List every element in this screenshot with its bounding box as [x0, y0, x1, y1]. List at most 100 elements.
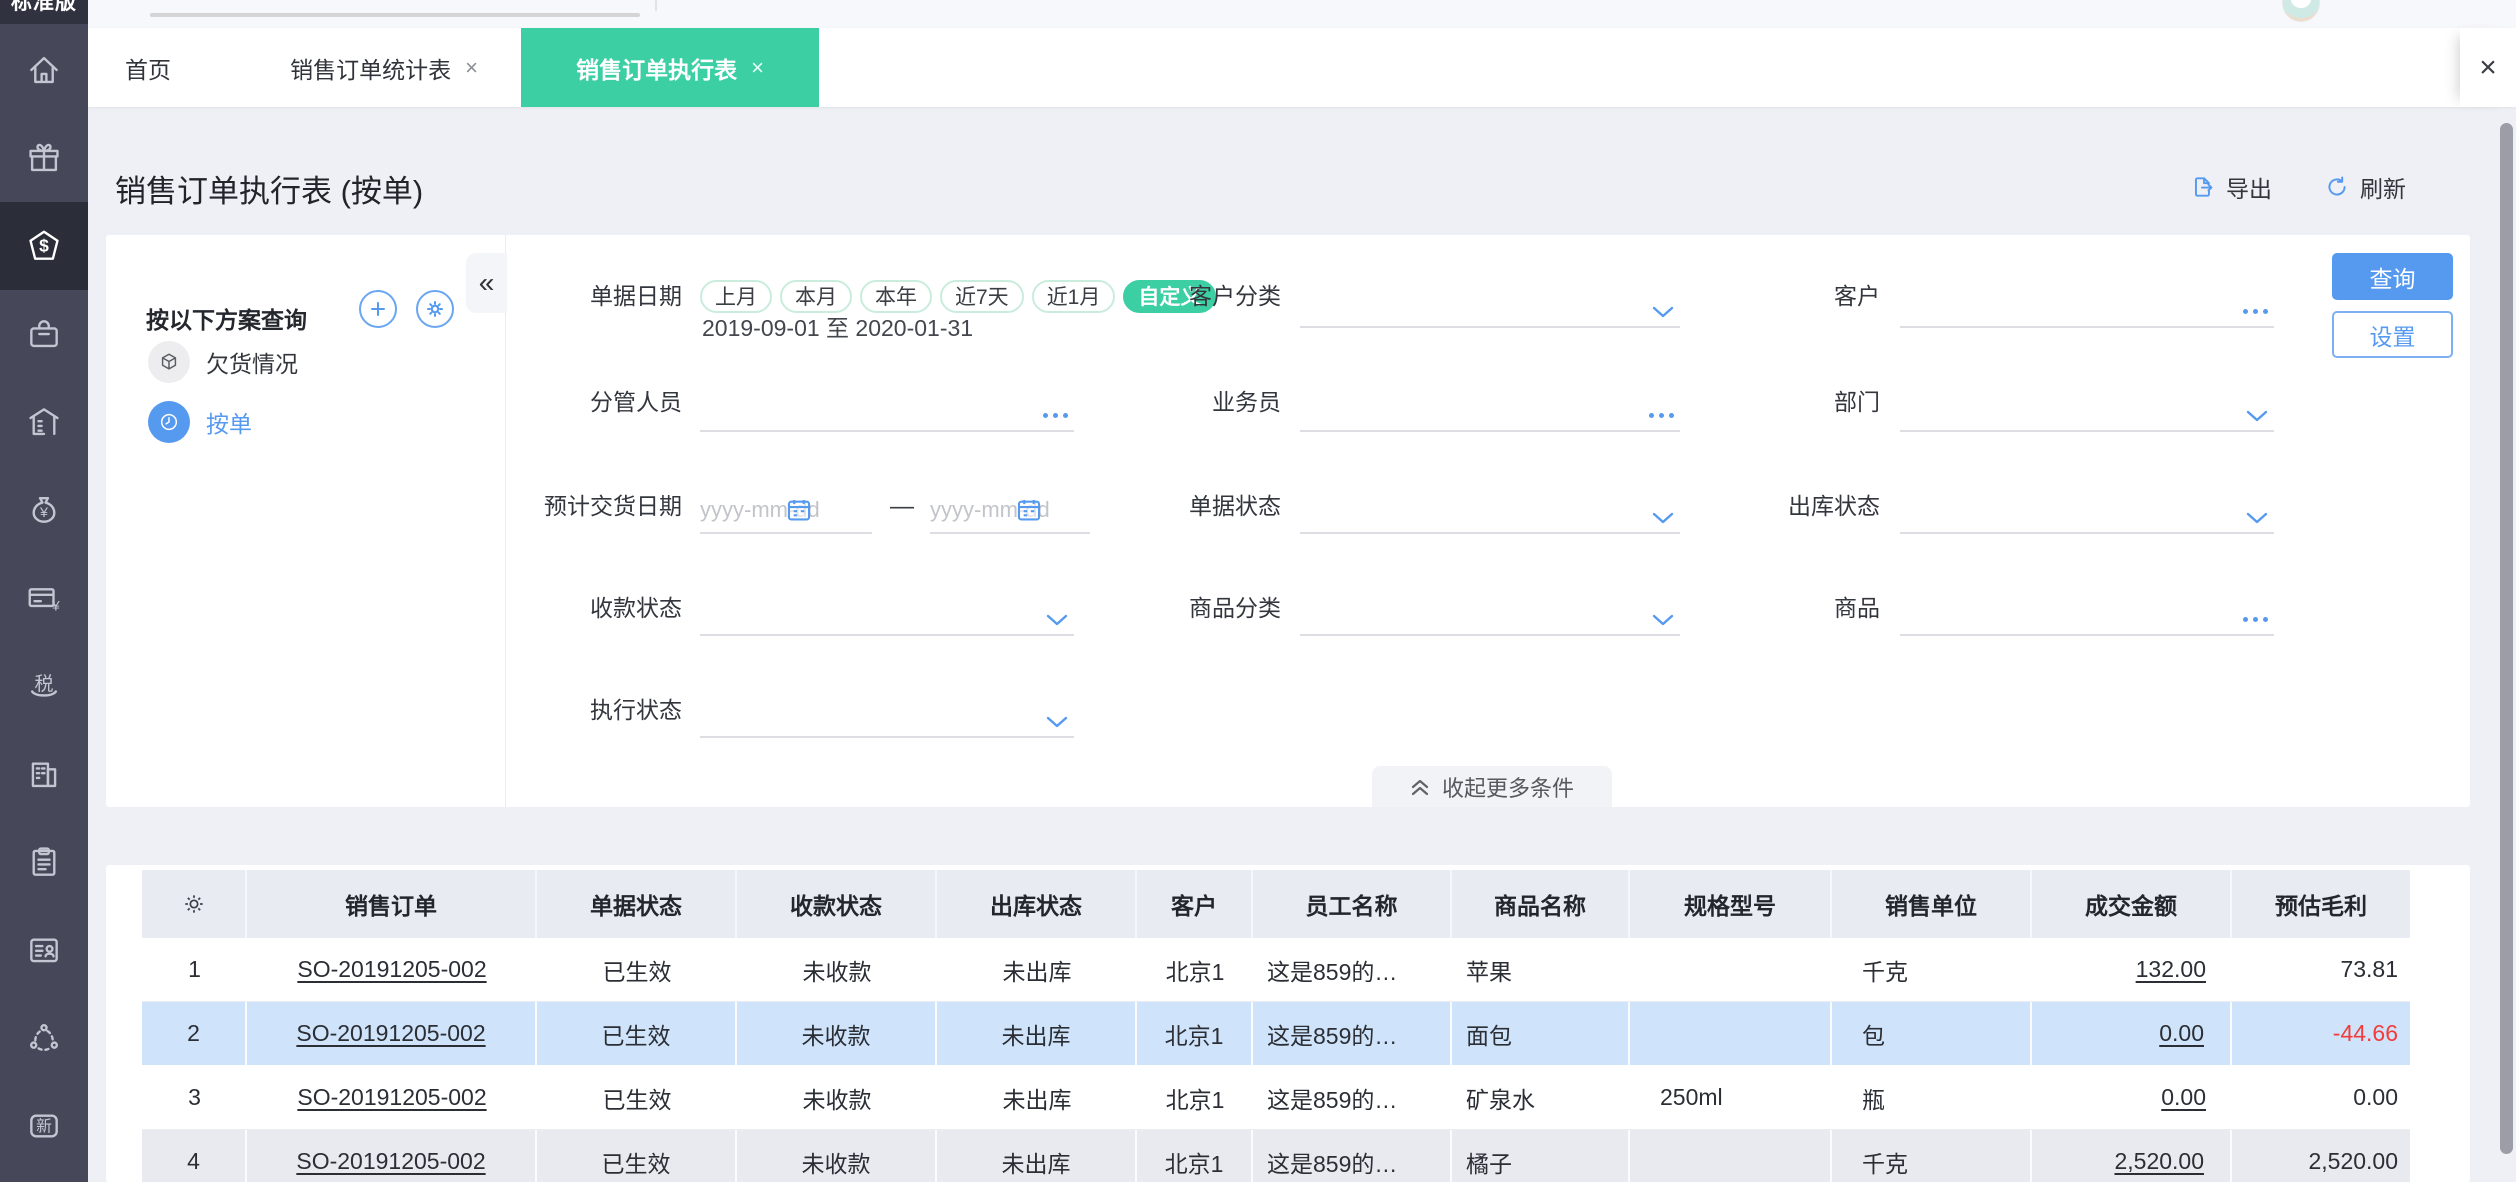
sidebar-item-tax[interactable]: 税 — [0, 642, 88, 730]
order-cell: SO-20191205-002 — [247, 938, 537, 1001]
export-button[interactable]: 导出 — [2190, 170, 2272, 204]
order-status-cell: 已生效 — [602, 1086, 672, 1113]
payment-status-cell: 未收款 — [737, 1130, 937, 1182]
column-header-order[interactable]: 销售订单 — [247, 870, 537, 938]
table-row[interactable]: 2 SO-20191205-002 已生效 未收款 未出库 北京1 这是859的… — [142, 1002, 2410, 1066]
collapse-left-icon: « — [478, 267, 495, 298]
money-bag-icon: ¥ — [32, 496, 56, 523]
payment-card-icon: ¥ — [28, 588, 60, 615]
contacts-card-icon — [30, 938, 58, 963]
column-header-outbound-status[interactable]: 出库状态 — [937, 870, 1137, 938]
sidebar-item-sales[interactable]: $ — [0, 202, 88, 290]
filter-label-salesman: 业务员 — [1212, 389, 1281, 415]
table-row[interactable]: 1 SO-20191205-002 已生效 未收款 未出库 北京1 这是859的… — [142, 938, 2410, 1002]
order-cell: SO-20191205-002 — [247, 1130, 537, 1182]
table-body: 1 SO-20191205-002 已生效 未收款 未出库 北京1 这是859的… — [142, 938, 2410, 1182]
product-cell: 矿泉水 — [1466, 1086, 1535, 1113]
delivery-date-end-input[interactable]: yyyy-mm-dd — [930, 488, 1090, 534]
sidebar-item-finance[interactable]: ¥ — [0, 466, 88, 554]
manager-lookup[interactable] — [700, 386, 1074, 432]
sidebar-item-purchase[interactable] — [0, 290, 88, 378]
payment-status-cell: 未收款 — [802, 958, 872, 985]
tab-close-icon[interactable]: × — [751, 55, 764, 81]
refresh-button[interactable]: 刷新 — [2324, 170, 2406, 204]
gear-icon — [427, 301, 443, 317]
sidebar-item-contacts[interactable] — [0, 906, 88, 994]
payment-status-select[interactable] — [700, 590, 1074, 636]
tab-close-icon[interactable]: × — [465, 55, 478, 81]
outbound-status-cell: 未出库 — [1002, 958, 1072, 985]
column-header-unit[interactable]: 销售单位 — [1832, 870, 2032, 938]
column-header-order-status[interactable]: 单据状态 — [537, 870, 737, 938]
execute-status-select[interactable] — [700, 692, 1074, 738]
purchase-bag-icon — [30, 320, 58, 348]
column-header-customer[interactable]: 客户 — [1137, 870, 1253, 938]
tab-home[interactable]: 首页 — [115, 28, 181, 107]
search-input-underline[interactable] — [150, 13, 640, 17]
amount-link[interactable]: 2,520.00 — [2114, 1148, 2204, 1175]
share-network-icon — [29, 1023, 59, 1051]
warehouse-icon — [29, 408, 59, 436]
order-link[interactable]: SO-20191205-002 — [297, 956, 486, 983]
product-category-select[interactable] — [1300, 590, 1680, 636]
amount-link[interactable]: 0.00 — [2161, 1084, 2206, 1111]
column-header-amount[interactable]: 成交金额 — [2032, 870, 2232, 938]
column-header-payment-status[interactable]: 收款状态 — [737, 870, 937, 938]
product-lookup[interactable] — [1900, 590, 2274, 636]
department-select[interactable] — [1900, 386, 2274, 432]
amount-link[interactable]: 132.00 — [2136, 956, 2206, 983]
order-status-select[interactable] — [1300, 488, 1680, 534]
user-avatar[interactable] — [2282, 0, 2320, 22]
ellipsis-icon — [2243, 617, 2268, 626]
sidebar-item-new[interactable]: 新 — [0, 1082, 88, 1170]
tab-sales-order-execution[interactable]: 销售订单执行表 × — [521, 28, 819, 107]
customer-cell: 北京1 — [1137, 1130, 1253, 1182]
collapse-scheme-button[interactable]: « — [466, 253, 507, 313]
delivery-date-start-input[interactable]: yyyy-mm-dd — [700, 488, 872, 534]
sidebar-item-warehouse[interactable] — [0, 378, 88, 466]
column-header-employee[interactable]: 员工名称 — [1253, 870, 1452, 938]
export-label: 导出 — [2226, 176, 2272, 202]
ellipsis-icon — [2243, 309, 2268, 318]
svg-text:¥: ¥ — [51, 599, 60, 615]
customer-lookup[interactable] — [1900, 282, 2274, 328]
salesman-lookup[interactable] — [1300, 386, 1680, 432]
order-link[interactable]: SO-20191205-002 — [297, 1084, 486, 1111]
tab-sales-order-stats[interactable]: 销售订单统计表 × — [255, 28, 513, 107]
table-row[interactable]: 4 SO-20191205-002 已生效 未收款 未出库 北京1 这是859的… — [142, 1130, 2410, 1182]
settings-button[interactable]: 设置 — [2332, 311, 2453, 358]
doc-date-range-value[interactable]: 2019-09-01 至 2020-01-31 — [702, 309, 973, 343]
column-header-profit[interactable]: 预估毛利 — [2232, 870, 2410, 938]
column-settings-button[interactable] — [142, 870, 247, 938]
column-header-product[interactable]: 商品名称 — [1452, 870, 1630, 938]
close-panel-button[interactable]: × — [2460, 28, 2516, 107]
order-link[interactable]: SO-20191205-002 — [296, 1020, 485, 1047]
scheme-settings-button[interactable] — [416, 290, 454, 328]
add-scheme-button[interactable] — [359, 290, 397, 328]
scheme-item-backorder[interactable]: 欠货情况 — [148, 341, 298, 383]
sidebar-item-home[interactable] — [0, 26, 88, 114]
customer-category-select[interactable] — [1300, 282, 1680, 328]
sidebar-item-payment[interactable]: ¥ — [0, 554, 88, 642]
amount-link[interactable]: 0.00 — [2159, 1020, 2204, 1047]
filter-label-delivery-date: 预计交货日期 — [544, 493, 682, 519]
outbound-status-cell: 未出库 — [1002, 1086, 1072, 1113]
sidebar-item-office[interactable] — [0, 730, 88, 818]
payment-status-cell: 未收款 — [802, 1086, 872, 1113]
table-row[interactable]: 3 SO-20191205-002 已生效 未收款 未出库 北京1 这是859的… — [142, 1066, 2410, 1130]
sidebar-item-gift[interactable] — [0, 114, 88, 202]
gear-icon — [184, 895, 203, 913]
sidebar-item-share[interactable] — [0, 994, 88, 1082]
order-link[interactable]: SO-20191205-002 — [296, 1148, 485, 1175]
column-header-spec[interactable]: 规格型号 — [1630, 870, 1832, 938]
order-status-cell: 已生效 — [537, 1130, 737, 1182]
collapse-conditions-button[interactable]: 收起更多条件 — [1372, 766, 1612, 807]
page-scrollbar-thumb[interactable] — [2500, 123, 2513, 1154]
chevron-down-icon — [1046, 716, 1068, 728]
spec-cell — [1630, 1130, 1832, 1182]
search-button[interactable]: 查询 — [2332, 253, 2453, 300]
sidebar-item-inventory[interactable] — [0, 818, 88, 906]
outbound-status-select[interactable] — [1900, 488, 2274, 534]
scheme-item-by-order[interactable]: 按单 — [148, 401, 252, 443]
unit-cell: 包 — [1832, 1002, 2032, 1065]
